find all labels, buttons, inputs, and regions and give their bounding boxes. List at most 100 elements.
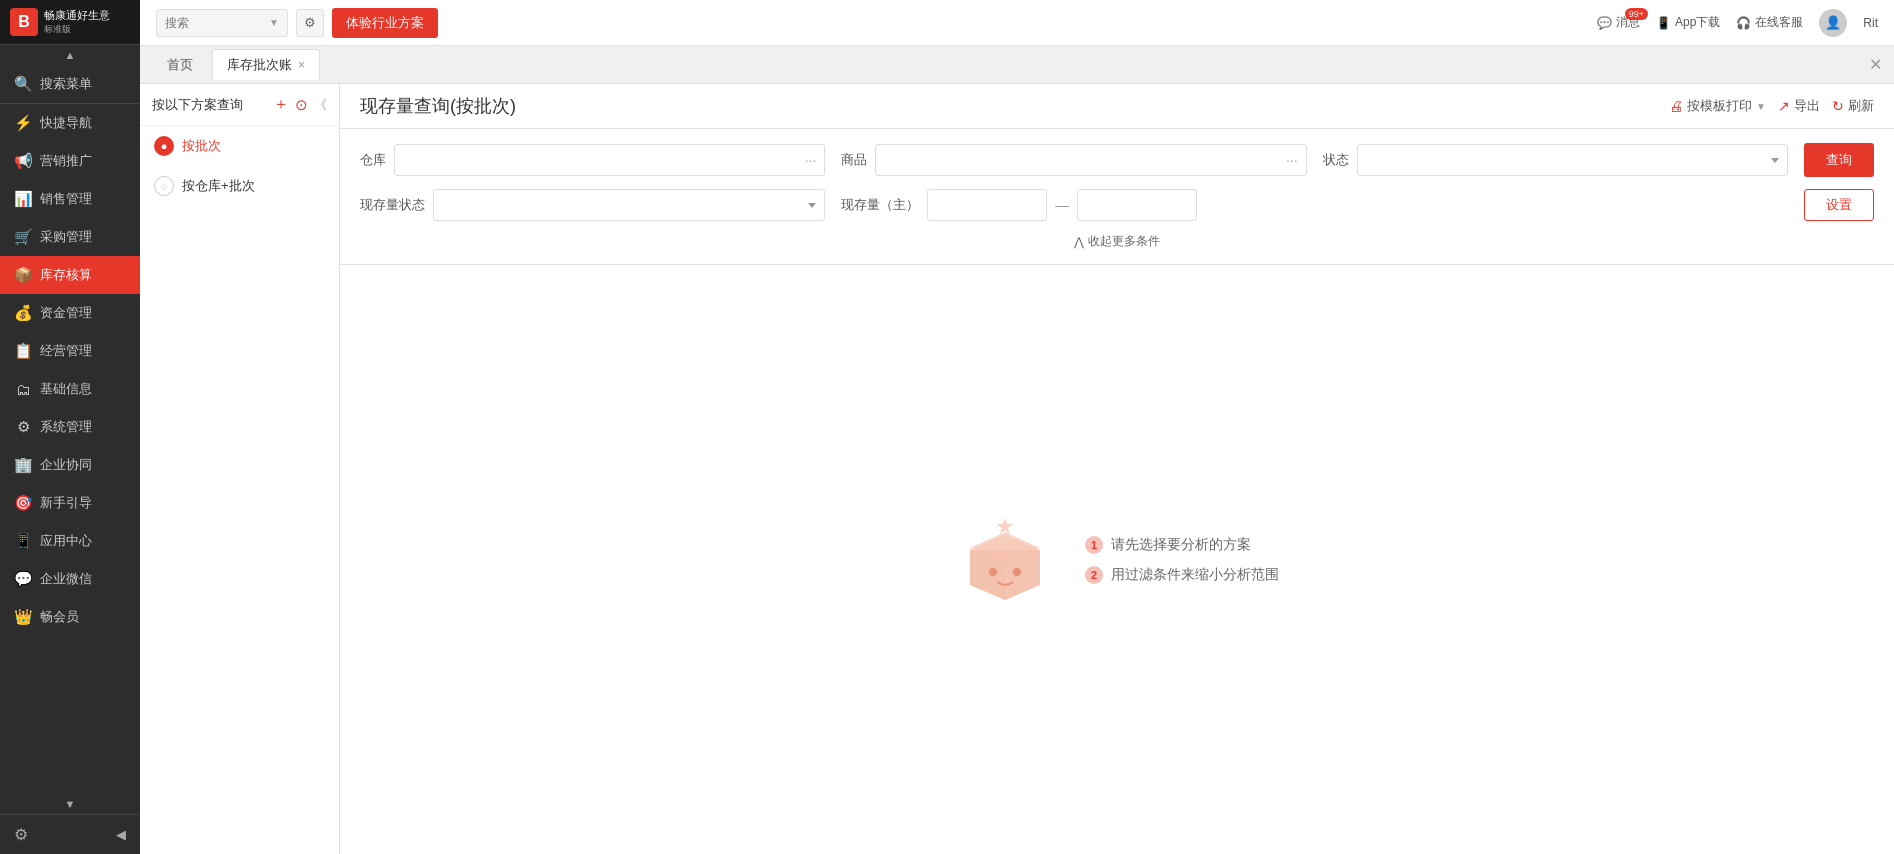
try-solution-button[interactable]: 体验行业方案: [332, 8, 438, 38]
print-label: 按模板打印: [1687, 97, 1752, 115]
sidebar-item-enterprise[interactable]: 🏢 企业协同: [0, 446, 140, 484]
tab-inventory-batch[interactable]: 库存批次账 ×: [212, 49, 320, 80]
query-button[interactable]: 查询: [1804, 143, 1874, 177]
username-label: Rit: [1863, 16, 1878, 30]
refresh-icon: ↻: [1832, 98, 1844, 114]
finance-icon: 💰: [14, 304, 32, 322]
filter-area: 仓库 ··· 商品 ···: [340, 129, 1894, 265]
refresh-button[interactable]: ↻ 刷新: [1832, 97, 1874, 115]
content-area: 现存量查询(按批次) 🖨 按模板打印 ▼ ↗ 导出 ↻ 刷新: [340, 84, 1894, 854]
collapse-label: 收起更多条件: [1088, 233, 1160, 250]
sidebar-item-label: 资金管理: [40, 304, 92, 322]
gear-button[interactable]: ⚙: [296, 9, 324, 37]
product-filter-label: 商品: [841, 151, 867, 169]
tab-inventory-batch-label: 库存批次账: [227, 56, 292, 74]
sidebar-item-wechat[interactable]: 💬 企业微信: [0, 560, 140, 598]
scheme-batch-icon: ●: [154, 136, 174, 156]
inventory-status-select[interactable]: [433, 189, 825, 221]
export-icon: ↗: [1778, 98, 1790, 114]
sidebar-item-finance[interactable]: 💰 资金管理: [0, 294, 140, 332]
tab-home[interactable]: 首页: [152, 49, 208, 80]
sidebar-scroll-down[interactable]: ▼: [0, 794, 140, 814]
newbie-icon: 🎯: [14, 494, 32, 512]
sidebar-item-vip[interactable]: 👑 畅会员: [0, 598, 140, 636]
collapse-up-icon: ⋀: [1074, 235, 1084, 249]
sidebar-item-search[interactable]: 🔍 搜索菜单: [0, 65, 140, 104]
search-dropdown-icon: ▼: [269, 17, 279, 28]
sidebar-nav: ⚡ 快捷导航 📢 营销推广 📊 销售管理 🛒 采购管理 📦 库存核算 💰 资金管…: [0, 104, 140, 794]
app-title-group: 畅康通好生意 标准版: [44, 8, 110, 35]
search-group[interactable]: ▼: [156, 9, 288, 37]
product-filter-group: 商品 ···: [841, 144, 1306, 176]
warehouse-filter-group: 仓库 ···: [360, 144, 825, 176]
topbar: ▼ ⚙ 体验行业方案 💬 消息 99+ 📱 App下载 🎧 在线客服 👤 Rit: [140, 0, 1894, 46]
print-dropdown-icon[interactable]: ▼: [1756, 101, 1766, 112]
hint-num-2: 2: [1085, 566, 1103, 584]
sidebar-settings-icon[interactable]: ⚙: [14, 825, 28, 844]
product-more-icon[interactable]: ···: [1286, 152, 1298, 168]
sidebar-item-app-center[interactable]: 📱 应用中心: [0, 522, 140, 560]
quick-nav-icon: ⚡: [14, 114, 32, 132]
tab-area-close-icon[interactable]: ✕: [1869, 55, 1882, 74]
status-select[interactable]: [1357, 144, 1788, 176]
scheme-panel-collapse-icon[interactable]: 《: [314, 96, 327, 114]
online-service-button[interactable]: 🎧 在线客服: [1736, 14, 1803, 31]
print-icon: 🖨: [1669, 98, 1683, 114]
app-download-button[interactable]: 📱 App下载: [1656, 14, 1720, 31]
sidebar-item-sales[interactable]: 📊 销售管理: [0, 180, 140, 218]
app-logo: B: [10, 8, 38, 36]
scheme-settings-icon[interactable]: ⊙: [295, 96, 308, 114]
collapse-button[interactable]: ⋀ 收起更多条件: [1074, 233, 1160, 250]
sidebar-item-inventory[interactable]: 📦 库存核算: [0, 256, 140, 294]
user-avatar[interactable]: 👤: [1819, 9, 1847, 37]
refresh-label: 刷新: [1848, 97, 1874, 115]
product-input[interactable]: [884, 153, 1286, 167]
scheme-warehouse-batch-icon: ○: [154, 176, 174, 196]
sidebar-item-label: 基础信息: [40, 380, 92, 398]
sidebar-item-label: 快捷导航: [40, 114, 92, 132]
purchase-icon: 🛒: [14, 228, 32, 246]
page-header-actions: 🖨 按模板打印 ▼ ↗ 导出 ↻ 刷新: [1669, 97, 1874, 115]
search-input[interactable]: [165, 16, 265, 30]
inventory-amount-from-input[interactable]: [927, 189, 1047, 221]
warehouse-more-icon[interactable]: ···: [805, 152, 817, 168]
empty-hint-2: 2 用过滤条件来缩小分析范围: [1085, 566, 1279, 584]
online-service-label: 在线客服: [1755, 14, 1803, 31]
product-input-wrapper[interactable]: ···: [875, 144, 1306, 176]
sidebar-search-label: 搜索菜单: [40, 75, 92, 93]
print-button[interactable]: 🖨 按模板打印 ▼: [1669, 97, 1766, 115]
scheme-item-warehouse-batch[interactable]: ○ 按仓库+批次: [140, 166, 339, 206]
warehouse-input-wrapper[interactable]: ···: [394, 144, 825, 176]
messages-button[interactable]: 💬 消息 99+: [1597, 14, 1640, 31]
system-icon: ⚙: [14, 418, 32, 436]
warehouse-input[interactable]: [403, 153, 805, 167]
sidebar-item-marketing[interactable]: 📢 营销推广: [0, 142, 140, 180]
sidebar-item-quick-nav[interactable]: ⚡ 快捷导航: [0, 104, 140, 142]
vip-icon: 👑: [14, 608, 32, 626]
inventory-amount-to-input[interactable]: [1077, 189, 1197, 221]
sidebar: B 畅康通好生意 标准版 ▲ 🔍 搜索菜单 ⚡ 快捷导航 📢 营销推广 📊 销售…: [0, 0, 140, 854]
sidebar-item-system[interactable]: ⚙ 系统管理: [0, 408, 140, 446]
enterprise-icon: 🏢: [14, 456, 32, 474]
scheme-item-batch[interactable]: ● 按批次: [140, 126, 339, 166]
message-icon: 💬: [1597, 16, 1612, 30]
basics-icon: 🗂: [14, 380, 32, 398]
scheme-panel-title: 按以下方案查询: [152, 96, 243, 114]
sidebar-item-label: 企业微信: [40, 570, 92, 588]
search-icon: 🔍: [14, 75, 32, 93]
sidebar-item-label: 畅会员: [40, 608, 79, 626]
sidebar-collapse-icon[interactable]: ◀: [116, 827, 126, 842]
tab-close-icon[interactable]: ×: [298, 59, 305, 71]
status-filter-group: 状态: [1323, 144, 1788, 176]
scheme-add-icon[interactable]: ＋: [273, 94, 289, 115]
sidebar-item-purchase[interactable]: 🛒 采购管理: [0, 218, 140, 256]
sidebar-item-newbie[interactable]: 🎯 新手引导: [0, 484, 140, 522]
sidebar-footer: ⚙ ◀: [0, 814, 140, 854]
sidebar-item-operations[interactable]: 📋 经营管理: [0, 332, 140, 370]
settings-button[interactable]: 设置: [1804, 189, 1874, 221]
export-button[interactable]: ↗ 导出: [1778, 97, 1820, 115]
sidebar-item-basics[interactable]: 🗂 基础信息: [0, 370, 140, 408]
sidebar-scroll-up[interactable]: ▲: [0, 45, 140, 65]
empty-box-svg: [955, 510, 1055, 610]
phone-icon: 📱: [1656, 16, 1671, 30]
